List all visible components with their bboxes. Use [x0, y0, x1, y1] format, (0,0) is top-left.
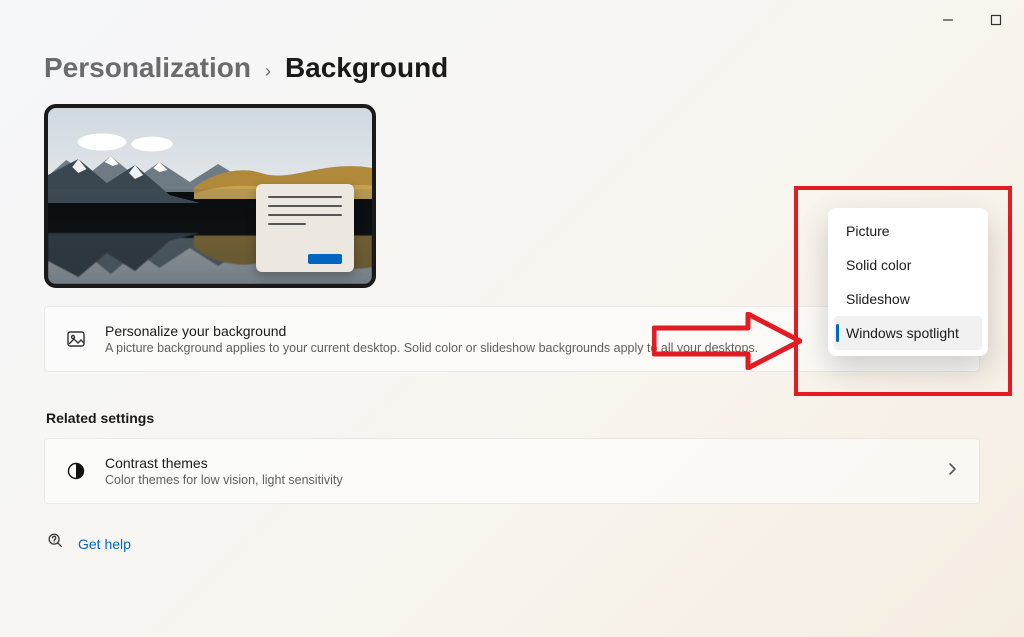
card-description: A picture background applies to your cur… — [105, 341, 758, 355]
get-help-link[interactable]: Get help — [78, 536, 131, 552]
minimize-button[interactable] — [936, 8, 960, 32]
dropdown-item-solid-color[interactable]: Solid color — [834, 248, 982, 282]
related-settings-header: Related settings — [46, 410, 980, 426]
chevron-right-icon: › — [265, 61, 271, 82]
dropdown-item-windows-spotlight[interactable]: Windows spotlight — [834, 316, 982, 350]
image-icon — [65, 328, 87, 350]
window-controls — [920, 0, 1024, 40]
get-help-row: Get help — [46, 532, 980, 555]
contrast-themes-card[interactable]: Contrast themes Color themes for low vis… — [44, 438, 980, 504]
breadcrumb: Personalization › Background — [44, 52, 980, 84]
desktop-preview — [44, 104, 376, 288]
page-title: Background — [285, 52, 448, 84]
chevron-right-icon — [945, 462, 959, 481]
card-text: Contrast themes Color themes for low vis… — [105, 455, 343, 487]
breadcrumb-parent[interactable]: Personalization — [44, 52, 251, 84]
dropdown-item-picture[interactable]: Picture — [834, 214, 982, 248]
card-description: Color themes for low vision, light sensi… — [105, 473, 343, 487]
card-title: Personalize your background — [105, 323, 758, 339]
background-type-dropdown: Picture Solid color Slideshow Windows sp… — [828, 208, 988, 356]
card-title: Contrast themes — [105, 455, 343, 471]
dropdown-item-slideshow[interactable]: Slideshow — [834, 282, 982, 316]
help-icon — [46, 532, 64, 555]
maximize-button[interactable] — [984, 8, 1008, 32]
preview-dialog-mock — [256, 184, 354, 272]
contrast-icon — [65, 460, 87, 482]
card-text: Personalize your background A picture ba… — [105, 323, 758, 355]
